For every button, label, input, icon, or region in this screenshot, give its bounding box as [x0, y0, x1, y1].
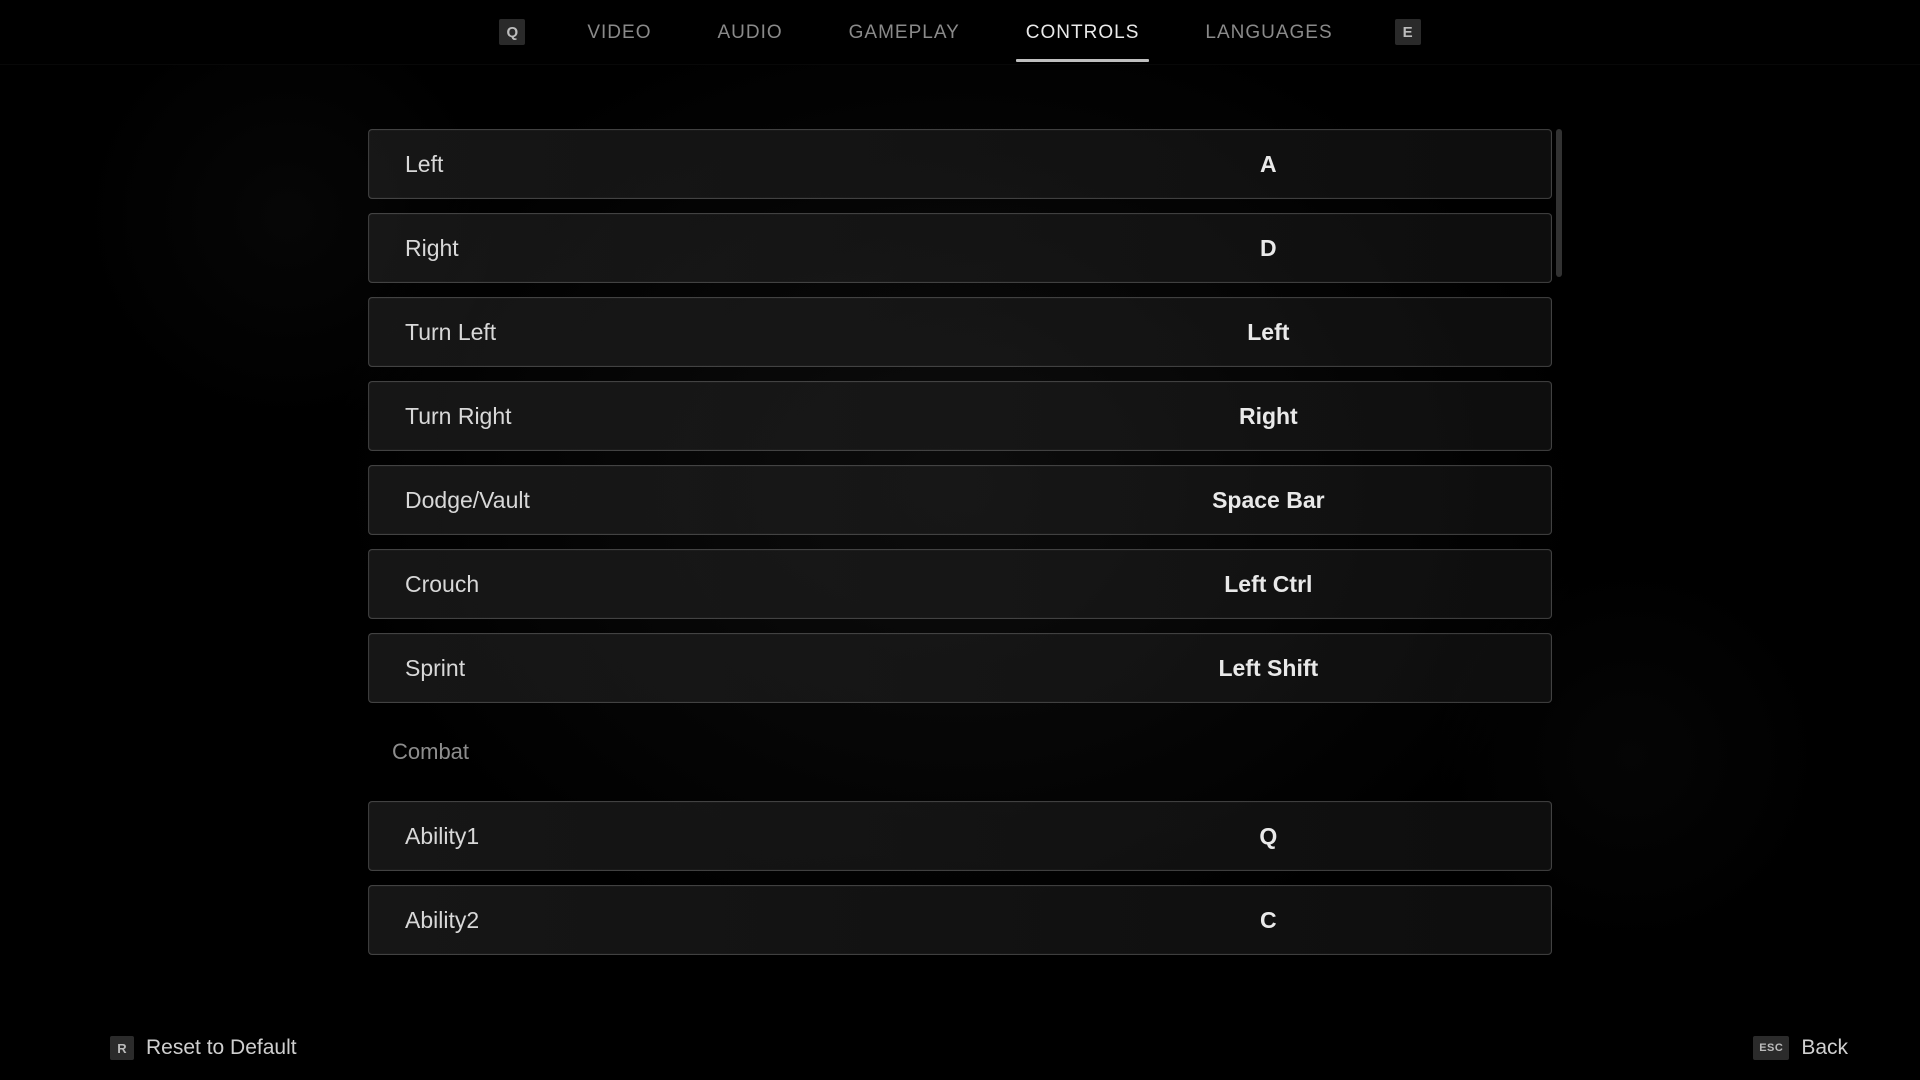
bindings-scroll-area: LeftARightDTurn LeftLeftTurn RightRightD…	[368, 129, 1552, 965]
tab-audio[interactable]: AUDIO	[713, 2, 786, 62]
binding-action-label: Sprint	[405, 655, 1018, 682]
binding-action-label: Ability2	[405, 907, 1018, 934]
tab-video[interactable]: VIDEO	[583, 2, 655, 62]
tab-group: VIDEO AUDIO GAMEPLAY CONTROLS LANGUAGES	[583, 2, 1336, 62]
binding-key-value: Space Bar	[1018, 487, 1519, 514]
tab-gameplay[interactable]: GAMEPLAY	[845, 2, 964, 62]
reset-to-default-button[interactable]: R Reset to Default	[110, 1036, 297, 1060]
back-label: Back	[1801, 1036, 1848, 1060]
binding-key-value: Left Ctrl	[1018, 571, 1519, 598]
binding-action-label: Ability1	[405, 823, 1018, 850]
bindings-list: LeftARightDTurn LeftLeftTurn RightRightD…	[368, 129, 1552, 955]
tab-prev-keyhint: Q	[499, 19, 525, 45]
binding-action-label: Dodge/Vault	[405, 487, 1018, 514]
binding-key-value: D	[1018, 235, 1519, 262]
binding-row[interactable]: Turn LeftLeft	[368, 297, 1552, 367]
controls-panel: LeftARightDTurn LeftLeftTurn RightRightD…	[0, 65, 1920, 1016]
reset-keyhint: R	[110, 1036, 134, 1060]
binding-key-value: C	[1018, 907, 1519, 934]
binding-row[interactable]: RightD	[368, 213, 1552, 283]
binding-row[interactable]: LeftA	[368, 129, 1552, 199]
binding-key-value: Right	[1018, 403, 1519, 430]
binding-key-value: Q	[1018, 823, 1519, 850]
binding-action-label: Turn Left	[405, 319, 1018, 346]
binding-row[interactable]: Dodge/VaultSpace Bar	[368, 465, 1552, 535]
tab-next-keyhint: E	[1395, 19, 1421, 45]
section-header-combat: Combat	[368, 717, 1552, 787]
footer-bar: R Reset to Default ESC Back	[0, 1016, 1920, 1080]
binding-action-label: Right	[405, 235, 1018, 262]
binding-row[interactable]: Ability1Q	[368, 801, 1552, 871]
binding-key-value: A	[1018, 151, 1519, 178]
scrollbar-thumb[interactable]	[1556, 129, 1562, 277]
back-keyhint: ESC	[1753, 1036, 1789, 1060]
tab-languages[interactable]: LANGUAGES	[1201, 2, 1336, 62]
binding-action-label: Turn Right	[405, 403, 1018, 430]
binding-action-label: Crouch	[405, 571, 1018, 598]
binding-row[interactable]: CrouchLeft Ctrl	[368, 549, 1552, 619]
binding-row[interactable]: Turn RightRight	[368, 381, 1552, 451]
binding-row[interactable]: SprintLeft Shift	[368, 633, 1552, 703]
binding-key-value: Left	[1018, 319, 1519, 346]
binding-key-value: Left Shift	[1018, 655, 1519, 682]
binding-action-label: Left	[405, 151, 1018, 178]
binding-row[interactable]: Ability2C	[368, 885, 1552, 955]
settings-tabs: Q VIDEO AUDIO GAMEPLAY CONTROLS LANGUAGES E	[0, 0, 1920, 65]
tab-controls[interactable]: CONTROLS	[1022, 2, 1144, 62]
reset-label: Reset to Default	[146, 1036, 297, 1060]
back-button[interactable]: ESC Back	[1753, 1036, 1848, 1060]
scrollbar-track[interactable]	[1556, 129, 1562, 965]
